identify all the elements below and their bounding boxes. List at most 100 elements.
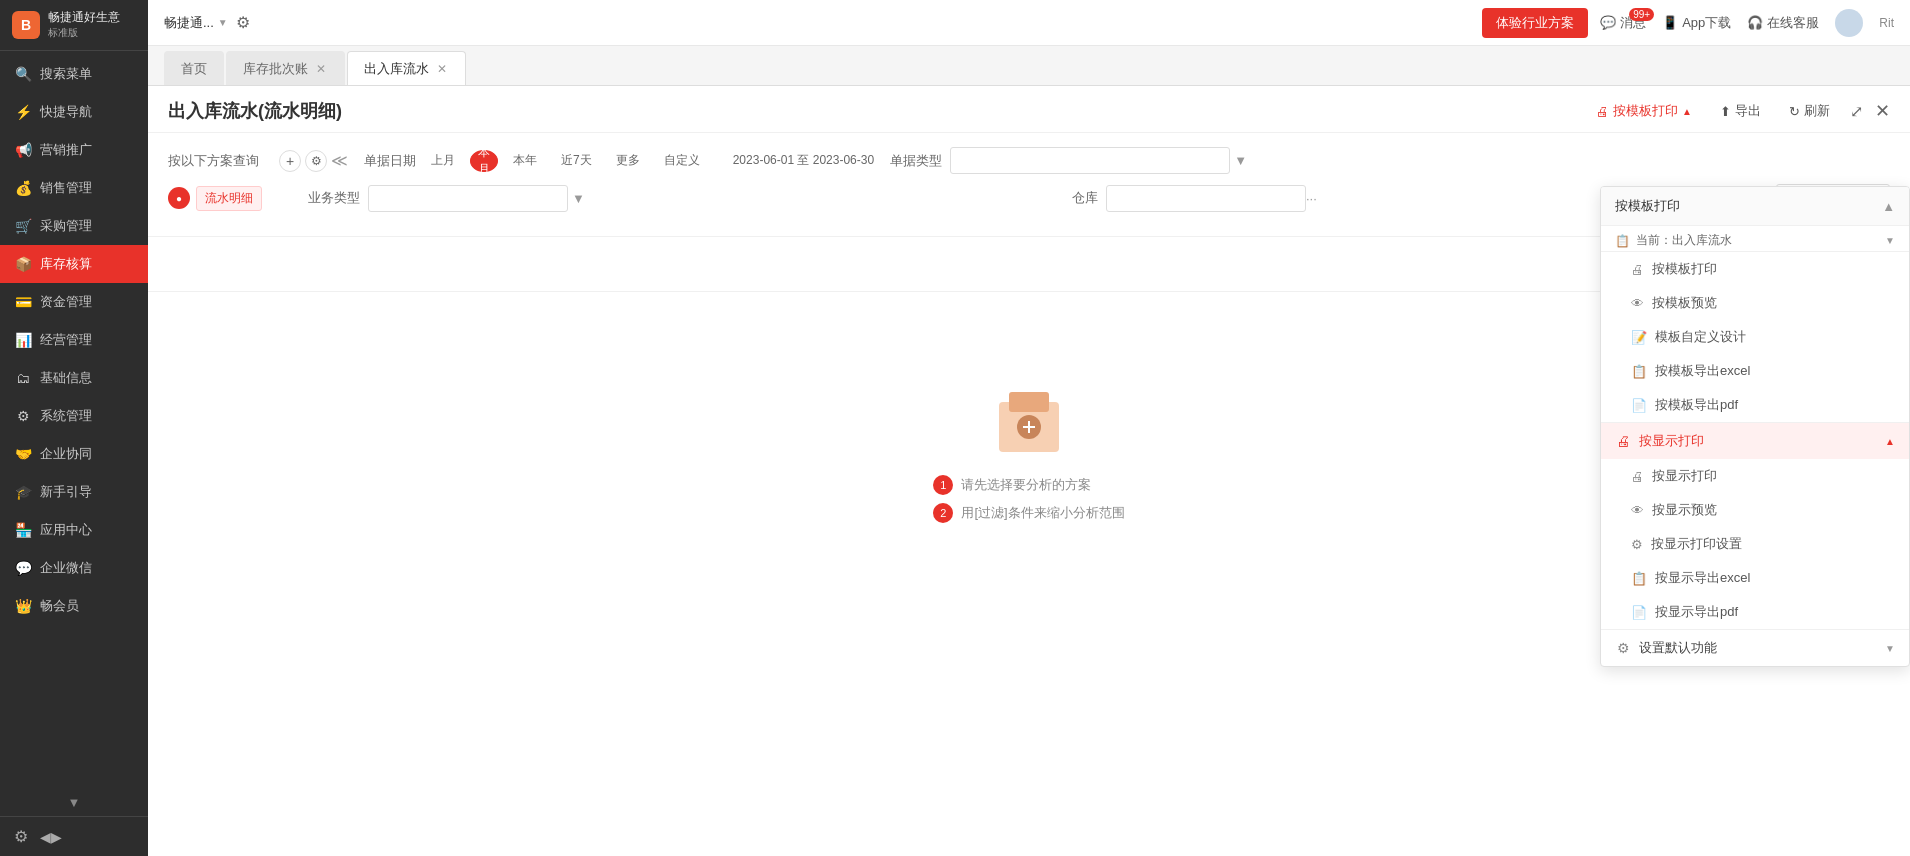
sidebar-item-app-center[interactable]: 🏪 应用中心 bbox=[0, 511, 148, 549]
warehouse-input[interactable] bbox=[1106, 185, 1306, 212]
lightning-icon: ⚡ bbox=[14, 103, 32, 121]
collapse-sidebar-icon[interactable]: ◀▶ bbox=[40, 829, 62, 845]
date-this-month[interactable]: 本月 bbox=[470, 150, 498, 172]
sidebar-scroll-down[interactable]: ▼ bbox=[0, 788, 148, 816]
filter-collapse-btn[interactable]: ≪ bbox=[331, 151, 348, 170]
sidebar-item-quick-nav[interactable]: ⚡ 快捷导航 bbox=[0, 93, 148, 131]
scroll-down-icon[interactable]: ▼ bbox=[64, 792, 84, 812]
biz-type-field: 业务类型 ▼ bbox=[308, 185, 996, 212]
panel-item-display-print-settings[interactable]: ⚙ 按显示打印设置 bbox=[1601, 527, 1909, 561]
panel-item-display-preview[interactable]: 👁 按显示预览 bbox=[1601, 493, 1909, 527]
biz-type-label: 业务类型 bbox=[308, 189, 360, 207]
user-area: 畅捷通... ▼ ⚙ bbox=[164, 13, 1470, 32]
panel-item-template-preview[interactable]: 👁 按模板预览 bbox=[1601, 286, 1909, 320]
panel-item-template-pdf[interactable]: 📄 按模板导出pdf bbox=[1601, 388, 1909, 422]
panel-item-display-print[interactable]: 🖨 按显示打印 bbox=[1601, 459, 1909, 493]
export-btn[interactable]: ⬆ 导出 bbox=[1712, 98, 1769, 124]
sidebar-item-label: 库存核算 bbox=[40, 255, 92, 273]
tab-flow[interactable]: 出入库流水 ✕ bbox=[347, 51, 466, 85]
warehouse-label: 仓库 bbox=[1072, 189, 1098, 207]
close-icon[interactable]: ✕ bbox=[1875, 100, 1890, 122]
topbar-gear-icon[interactable]: ⚙ bbox=[236, 13, 250, 32]
print-dropdown-panel: 按模板打印 ▲ 📋 当前：出入库流水 ▼ 🖨 按模板打印 👁 按模板 bbox=[1600, 186, 1910, 667]
sales-icon: 💰 bbox=[14, 179, 32, 197]
sidebar-item-label: 营销推广 bbox=[40, 141, 92, 159]
flow-detail-tag[interactable]: 流水明细 bbox=[196, 186, 262, 211]
panel-header: 按模板打印 ▲ bbox=[1601, 187, 1909, 226]
tab-home[interactable]: 首页 bbox=[164, 51, 224, 85]
date-last-month[interactable]: 上月 bbox=[422, 148, 464, 173]
display-excel-icon: 📋 bbox=[1631, 571, 1647, 586]
purchase-icon: 🛒 bbox=[14, 217, 32, 235]
app-download-action[interactable]: 📱 App下载 bbox=[1662, 14, 1731, 32]
date-more[interactable]: 更多 bbox=[607, 148, 649, 173]
print-template-btn[interactable]: 🖨 按模板打印 ▲ bbox=[1588, 98, 1700, 124]
refresh-btn[interactable]: ↻ 刷新 bbox=[1781, 98, 1838, 124]
sidebar-item-finance[interactable]: 💳 资金管理 bbox=[0, 283, 148, 321]
panel-item-display-pdf[interactable]: 📄 按显示导出pdf bbox=[1601, 595, 1909, 629]
filter-add-btn[interactable]: + bbox=[279, 150, 301, 172]
current-chevron-down-icon[interactable]: ▼ bbox=[1885, 235, 1895, 246]
panel-item-template-print[interactable]: 🖨 按模板打印 bbox=[1601, 252, 1909, 286]
brand-tag: 标准版 bbox=[48, 26, 120, 40]
display-print-settings-icon: ⚙ bbox=[1631, 537, 1643, 552]
sidebar-item-label: 企业微信 bbox=[40, 559, 92, 577]
settings-icon[interactable]: ⚙ bbox=[14, 827, 28, 846]
sidebar-item-search[interactable]: 🔍 搜索菜单 bbox=[0, 55, 148, 93]
sidebar-item-label: 经营管理 bbox=[40, 331, 92, 349]
sidebar-item-inventory[interactable]: 📦 库存核算 bbox=[0, 245, 148, 283]
user-avatar[interactable] bbox=[1835, 9, 1863, 37]
warehouse-more-icon[interactable]: ··· bbox=[1306, 191, 1317, 206]
app-center-icon: 🏪 bbox=[14, 521, 32, 539]
biz-type-chevron-icon: ▼ bbox=[572, 191, 585, 206]
panel-item-template-custom[interactable]: 📝 模板自定义设计 bbox=[1601, 320, 1909, 354]
search-icon: 🔍 bbox=[14, 65, 32, 83]
printer-icon: 🖨 bbox=[1596, 104, 1609, 119]
main-area: 畅捷通... ▼ ⚙ 体验行业方案 💬 消息 99+ 📱 App下载 🎧 在线客… bbox=[148, 0, 1910, 856]
panel-item-display-excel[interactable]: 📋 按显示导出excel bbox=[1601, 561, 1909, 595]
tab-close-batch-account[interactable]: ✕ bbox=[314, 62, 328, 76]
messages-action[interactable]: 💬 消息 99+ bbox=[1600, 14, 1646, 32]
date-7days[interactable]: 近7天 bbox=[552, 148, 601, 173]
sidebar-item-member[interactable]: 👑 畅会员 bbox=[0, 587, 148, 625]
filter-setting-btn[interactable]: ⚙ bbox=[305, 150, 327, 172]
online-service-action[interactable]: 🎧 在线客服 bbox=[1747, 14, 1819, 32]
template-custom-icon: 📝 bbox=[1631, 330, 1647, 345]
panel-collapse-icon[interactable]: ▲ bbox=[1882, 199, 1895, 214]
panel-item-template-excel[interactable]: 📋 按模板导出excel bbox=[1601, 354, 1909, 388]
sidebar-item-wecom[interactable]: 💬 企业微信 bbox=[0, 549, 148, 587]
step-1-text: 请先选择要分析的方案 bbox=[961, 476, 1091, 494]
industry-btn[interactable]: 体验行业方案 bbox=[1482, 8, 1588, 38]
sidebar-item-sales[interactable]: 💰 销售管理 bbox=[0, 169, 148, 207]
sidebar-item-guide[interactable]: 🎓 新手引导 bbox=[0, 473, 148, 511]
messages-badge: 99+ bbox=[1629, 8, 1654, 21]
sidebar-item-collab[interactable]: 🤝 企业协同 bbox=[0, 435, 148, 473]
flow-detail-icon: ● bbox=[168, 187, 190, 209]
sidebar-item-system[interactable]: ⚙ 系统管理 bbox=[0, 397, 148, 435]
doc-type-input[interactable] bbox=[950, 147, 1230, 174]
sidebar-header: B 畅捷通好生意 标准版 bbox=[0, 0, 148, 51]
tab-batch-account[interactable]: 库存批次账 ✕ bbox=[226, 51, 345, 85]
template-print-icon: 🖨 bbox=[1631, 262, 1644, 277]
sidebar-item-operation[interactable]: 📊 经营管理 bbox=[0, 321, 148, 359]
system-icon: ⚙ bbox=[14, 407, 32, 425]
sidebar-item-label: 采购管理 bbox=[40, 217, 92, 235]
panel-title: 按模板打印 bbox=[1615, 197, 1680, 215]
sidebar-item-marketing[interactable]: 📢 营销推广 bbox=[0, 131, 148, 169]
sidebar-item-label: 基础信息 bbox=[40, 369, 92, 387]
date-custom[interactable]: 自定义 bbox=[655, 148, 709, 173]
panel-item-display-print-header[interactable]: 🖨 按显示打印 ▲ bbox=[1601, 423, 1909, 459]
user-chevron-icon[interactable]: ▼ bbox=[218, 17, 228, 28]
biz-type-input[interactable] bbox=[368, 185, 568, 212]
doc-type-label: 单据类型 bbox=[890, 152, 942, 170]
maximize-icon[interactable]: ⤢ bbox=[1850, 102, 1863, 121]
template-pdf-icon: 📄 bbox=[1631, 398, 1647, 413]
sidebar-item-basic[interactable]: 🗂 基础信息 bbox=[0, 359, 148, 397]
date-this-year[interactable]: 本年 bbox=[504, 148, 546, 173]
app-logo: B bbox=[12, 11, 40, 39]
collab-icon: 🤝 bbox=[14, 445, 32, 463]
default-func-chevron-down-icon: ▼ bbox=[1885, 643, 1895, 654]
panel-item-default-func[interactable]: ⚙ 设置默认功能 ▼ bbox=[1601, 630, 1909, 666]
sidebar-item-purchase[interactable]: 🛒 采购管理 bbox=[0, 207, 148, 245]
tab-close-flow[interactable]: ✕ bbox=[435, 62, 449, 76]
